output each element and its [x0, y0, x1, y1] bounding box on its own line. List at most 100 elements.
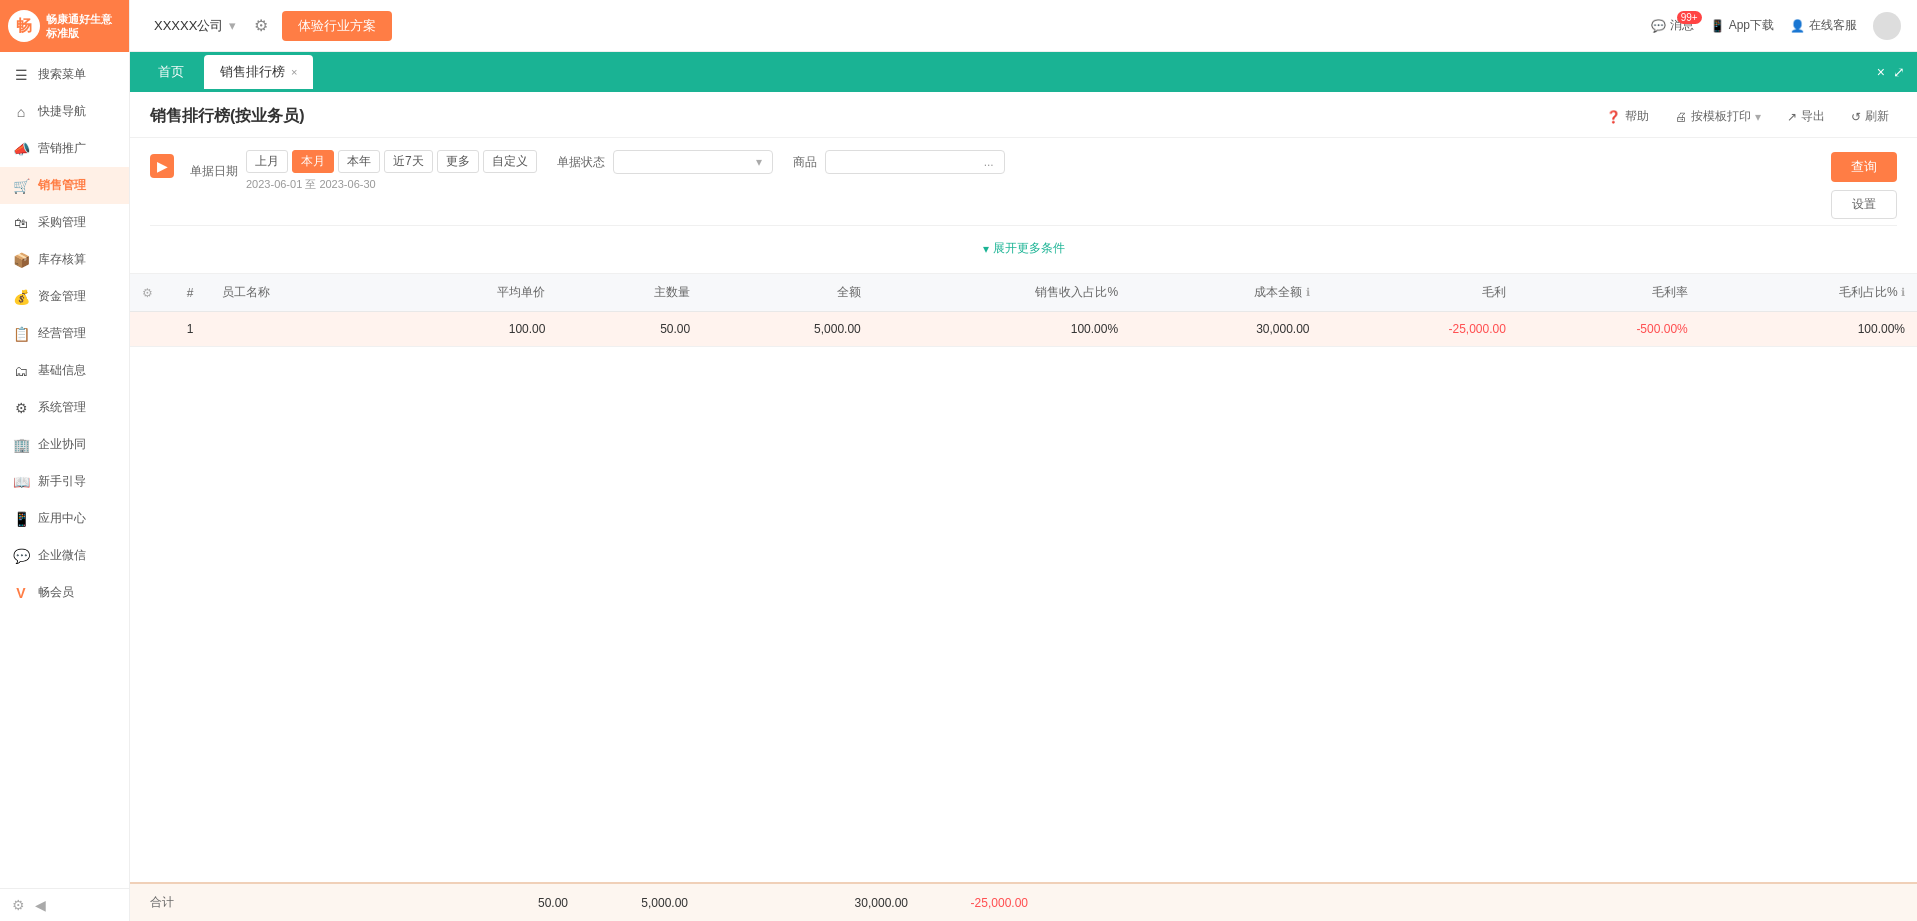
col-sales-pct: 销售收入占比% — [873, 274, 1130, 312]
date-btn-custom[interactable]: 自定义 — [483, 150, 537, 173]
tab-home[interactable]: 首页 — [142, 55, 200, 89]
sidebar-item-search-order[interactable]: ☰ 搜索菜单 — [0, 56, 129, 93]
online-service-icon: 👤 — [1790, 19, 1805, 33]
sidebar-item-marketing[interactable]: 📣 营销推广 — [0, 130, 129, 167]
online-service-btn[interactable]: 👤 在线客服 — [1790, 17, 1857, 34]
trial-button[interactable]: 体验行业方案 — [282, 11, 392, 41]
sidebar-item-sales[interactable]: 🛒 销售管理 — [0, 167, 129, 204]
sidebar-item-system[interactable]: ⚙ 系统管理 — [0, 389, 129, 426]
app-center-icon: 📱 — [12, 511, 30, 527]
minimize-icon[interactable]: × — [1877, 64, 1885, 80]
table-header-row: ⚙ # 员工名称 平均单价 主数量 全额 销售收入占比% 成本全额 ℹ — [130, 274, 1917, 312]
refresh-button[interactable]: ↺ 刷新 — [1843, 104, 1897, 129]
date-btn-more[interactable]: 更多 — [437, 150, 479, 173]
status-filter: 单据状态 ▾ — [557, 150, 773, 174]
refresh-icon: ↺ — [1851, 110, 1861, 124]
date-btn-this-year[interactable]: 本年 — [338, 150, 380, 173]
sidebar-item-member[interactable]: V 畅会员 — [0, 574, 129, 611]
cell-cost: 30,000.00 — [1130, 312, 1321, 347]
tab-sales-ranking[interactable]: 销售排行榜 × — [204, 55, 313, 89]
cell-name — [210, 312, 384, 347]
logo-text: 畅康通好生意 标准版 — [46, 12, 112, 41]
col-rank: # — [170, 274, 210, 312]
topbar: XXXXX公司 ▾ ⚙ 体验行业方案 💬 消息 99+ 📱 App下载 👤 在线… — [130, 0, 1917, 52]
page: 销售排行榜(按业务员) ❓ 帮助 🖨 按模板打印 ▾ ↗ 导出 — [130, 92, 1917, 921]
footer-label: 合计 — [150, 894, 280, 911]
print-icon: 🖨 — [1675, 110, 1687, 124]
company-selector[interactable]: XXXXX公司 ▾ — [146, 13, 244, 39]
date-filter: 单据日期 上月 本月 本年 近7天 更多 自定义 20 — [190, 150, 537, 192]
date-btn-last-7-days[interactable]: 近7天 — [384, 150, 433, 173]
cell-sales-pct: 100.00% — [873, 312, 1130, 347]
cell-gross-pct: 100.00% — [1700, 312, 1917, 347]
col-cost: 成本全额 ℹ — [1130, 274, 1321, 312]
cell-gross: -25,000.00 — [1322, 312, 1518, 347]
search-order-icon: ☰ — [12, 67, 30, 83]
filter-settings-button[interactable]: 设置 — [1831, 190, 1897, 219]
date-btn-this-month[interactable]: 本月 — [292, 150, 334, 173]
goods-input[interactable]: ... — [825, 150, 1005, 174]
sidebar-bottom: ⚙ ◀ — [0, 888, 129, 921]
sidebar-item-purchase[interactable]: 🛍 采购管理 — [0, 204, 129, 241]
settings-bottom-icon[interactable]: ⚙ — [12, 897, 25, 913]
goods-filter: 商品 ... — [793, 150, 1005, 174]
maximize-icon[interactable]: ⤢ — [1893, 64, 1905, 80]
query-button[interactable]: 查询 — [1831, 152, 1897, 182]
data-table: ⚙ # 员工名称 平均单价 主数量 全额 销售收入占比% 成本全额 ℹ — [130, 274, 1917, 347]
system-icon: ⚙ — [12, 400, 30, 416]
topbar-right: 💬 消息 99+ 📱 App下载 👤 在线客服 — [1651, 12, 1901, 40]
goods-more-icon[interactable]: ... — [984, 155, 994, 169]
sidebar-item-quick-nav[interactable]: ⌂ 快捷导航 — [0, 93, 129, 130]
filter-main-row: ▶ 单据日期 上月 本月 本年 近7天 — [150, 150, 1897, 219]
status-select[interactable]: ▾ — [613, 150, 773, 174]
collapse-icon[interactable]: ◀ — [35, 897, 46, 913]
content-area: 销售排行榜(按业务员) ❓ 帮助 🖨 按模板打印 ▾ ↗ 导出 — [130, 92, 1917, 921]
cell-qty: 50.00 — [557, 312, 702, 347]
tabs-bar: 首页 销售排行榜 × × ⤢ — [130, 52, 1917, 92]
filter-actions: 查询 设置 — [1831, 150, 1897, 219]
sidebar-item-operations[interactable]: 📋 经营管理 — [0, 315, 129, 352]
finance-icon: 💰 — [12, 289, 30, 305]
tab-close-icon[interactable]: × — [291, 66, 297, 78]
purchase-icon: 🛍 — [12, 215, 30, 231]
page-actions: ❓ 帮助 🖨 按模板打印 ▾ ↗ 导出 ↺ 刷新 — [1598, 104, 1897, 129]
sidebar-item-wechat[interactable]: 💬 企业微信 — [0, 537, 129, 574]
app-download-btn[interactable]: 📱 App下载 — [1710, 17, 1774, 34]
guide-icon: 📖 — [12, 474, 30, 490]
export-button[interactable]: ↗ 导出 — [1779, 104, 1833, 129]
page-header: 销售排行榜(按业务员) ❓ 帮助 🖨 按模板打印 ▾ ↗ 导出 — [130, 92, 1917, 138]
logo-icon: 畅 — [8, 10, 40, 42]
col-gross-rate: 毛利率 — [1518, 274, 1700, 312]
sidebar-item-finance[interactable]: 💰 资金管理 — [0, 278, 129, 315]
filter-area: ▶ 单据日期 上月 本月 本年 近7天 — [130, 138, 1917, 274]
col-settings[interactable]: ⚙ — [130, 274, 170, 312]
col-gross-pct: 毛利占比% ℹ — [1700, 274, 1917, 312]
sidebar-item-enterprise[interactable]: 🏢 企业协同 — [0, 426, 129, 463]
operations-icon: 📋 — [12, 326, 30, 342]
template-print-button[interactable]: 🖨 按模板打印 ▾ — [1667, 104, 1769, 129]
sidebar-item-inventory[interactable]: 📦 库存核算 — [0, 241, 129, 278]
footer-qty: 50.00 — [480, 896, 580, 910]
table-row: 1 100.00 50.00 5,000.00 100.00% 30,000.0… — [130, 312, 1917, 347]
user-avatar[interactable] — [1873, 12, 1901, 40]
enterprise-icon: 🏢 — [12, 437, 30, 453]
message-btn[interactable]: 💬 消息 99+ — [1651, 17, 1694, 34]
sidebar-item-guide[interactable]: 📖 新手引导 — [0, 463, 129, 500]
table-container: ⚙ # 员工名称 平均单价 主数量 全额 销售收入占比% 成本全额 ℹ — [130, 274, 1917, 882]
help-button[interactable]: ❓ 帮助 — [1598, 104, 1657, 129]
footer-amount: 5,000.00 — [580, 896, 700, 910]
sidebar-item-app-center[interactable]: 📱 应用中心 — [0, 500, 129, 537]
filter-expand-btn[interactable]: ▶ — [150, 154, 174, 178]
sidebar-item-basic-info[interactable]: 🗂 基础信息 — [0, 352, 129, 389]
topbar-settings-icon[interactable]: ⚙ — [254, 16, 268, 35]
wechat-icon: 💬 — [12, 548, 30, 564]
table-settings-icon[interactable]: ⚙ — [142, 286, 153, 300]
cost-info-icon[interactable]: ℹ — [1306, 286, 1310, 298]
tabs-right-actions: × ⤢ — [1877, 64, 1905, 80]
gross-pct-info-icon[interactable]: ℹ — [1901, 286, 1905, 298]
expand-more-button[interactable]: ▾ 展开更多条件 — [971, 236, 1077, 261]
main-area: XXXXX公司 ▾ ⚙ 体验行业方案 💬 消息 99+ 📱 App下载 👤 在线… — [130, 0, 1917, 921]
col-name: 员工名称 — [210, 274, 384, 312]
app-download-icon: 📱 — [1710, 19, 1725, 33]
date-btn-last-month[interactable]: 上月 — [246, 150, 288, 173]
